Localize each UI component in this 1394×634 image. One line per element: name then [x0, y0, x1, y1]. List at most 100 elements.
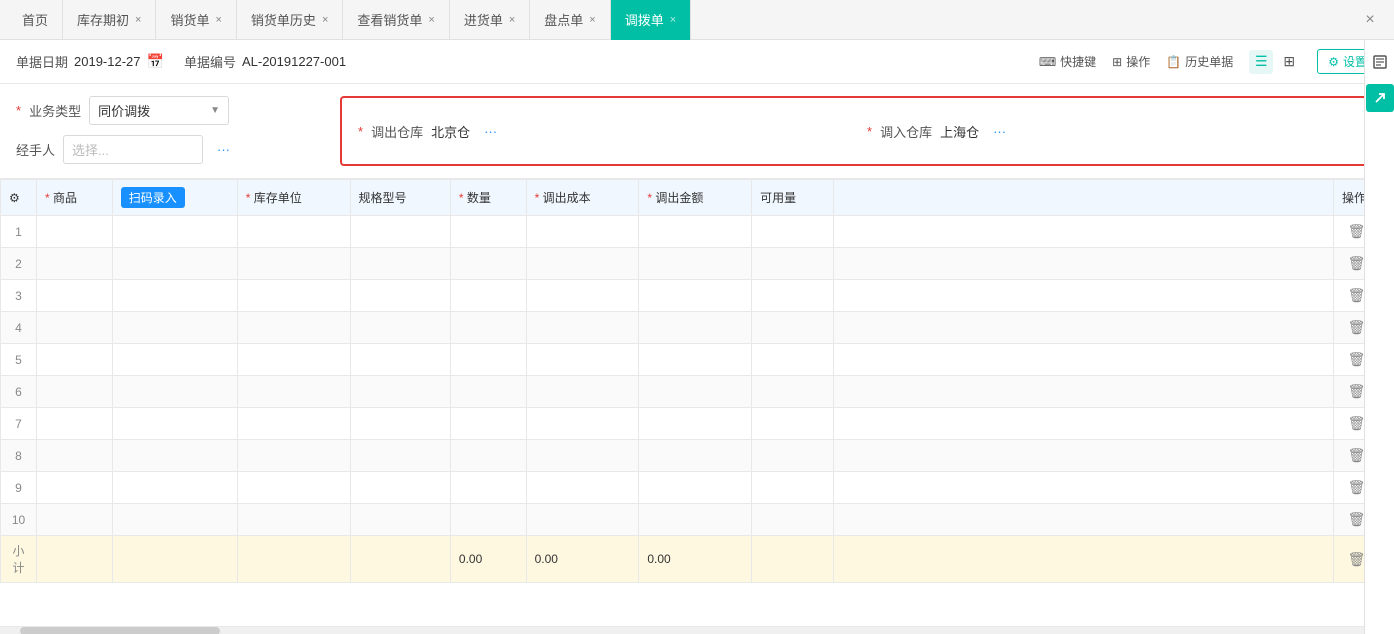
cell-unit[interactable]: [237, 376, 350, 408]
delete-icon[interactable]: 🗑: [1348, 319, 1366, 335]
tab-stocktake[interactable]: 盘点单 ×: [530, 0, 610, 40]
cell-spec[interactable]: [350, 312, 450, 344]
cell-spec[interactable]: [350, 472, 450, 504]
cell-cost[interactable]: [526, 344, 639, 376]
cell-spec[interactable]: [350, 408, 450, 440]
window-close-button[interactable]: ×: [1354, 0, 1386, 40]
cell-unit[interactable]: [237, 312, 350, 344]
delete-icon[interactable]: 🗑: [1348, 351, 1366, 367]
cell-product[interactable]: [37, 440, 113, 472]
cell-qty[interactable]: [450, 344, 526, 376]
cell-spec[interactable]: [350, 440, 450, 472]
delete-icon[interactable]: 🗑: [1348, 551, 1366, 567]
business-type-select[interactable]: 同价调拨 ▼: [89, 96, 229, 125]
cell-qty[interactable]: 0.00: [450, 536, 526, 583]
cell-unit[interactable]: [237, 248, 350, 280]
cell-cost[interactable]: 0.00: [526, 536, 639, 583]
cell-product[interactable]: [37, 312, 113, 344]
cell-unit[interactable]: [237, 280, 350, 312]
cell-unit[interactable]: [237, 440, 350, 472]
delete-icon[interactable]: 🗑: [1348, 511, 1366, 527]
cell-cost[interactable]: [526, 376, 639, 408]
tab-sales-history[interactable]: 销货单历史 ×: [237, 0, 343, 40]
cell-product[interactable]: [37, 376, 113, 408]
cell-unit[interactable]: [237, 216, 350, 248]
cell-product[interactable]: [37, 216, 113, 248]
note-panel-icon[interactable]: [1366, 48, 1394, 76]
scan-button[interactable]: 扫码录入: [121, 187, 185, 208]
cell-cost[interactable]: [526, 408, 639, 440]
tab-purchase[interactable]: 进货单 ×: [450, 0, 530, 40]
cell-unit[interactable]: [237, 472, 350, 504]
delete-icon[interactable]: 🗑: [1348, 255, 1366, 271]
cell-spec[interactable]: [350, 504, 450, 536]
cell-cost[interactable]: [526, 280, 639, 312]
cell-spec[interactable]: [350, 280, 450, 312]
cell-unit[interactable]: [237, 408, 350, 440]
cell-cost[interactable]: [526, 312, 639, 344]
expand-panel-icon[interactable]: [1366, 84, 1394, 112]
manager-more-icon[interactable]: ···: [217, 142, 230, 157]
horizontal-scrollbar[interactable]: [0, 626, 1394, 634]
operations-button[interactable]: ⊞ 操作: [1112, 53, 1150, 70]
cell-unit[interactable]: [237, 536, 350, 583]
cell-qty[interactable]: [450, 440, 526, 472]
cell-amount[interactable]: [639, 248, 752, 280]
delete-icon[interactable]: 🗑: [1348, 287, 1366, 303]
cell-amount[interactable]: [639, 216, 752, 248]
calendar-icon[interactable]: 📅: [147, 53, 164, 70]
cell-qty[interactable]: [450, 312, 526, 344]
cell-spec[interactable]: [350, 536, 450, 583]
tab-transfer[interactable]: 调拨单 ×: [611, 0, 691, 40]
delete-icon[interactable]: 🗑: [1348, 383, 1366, 399]
cell-qty[interactable]: [450, 216, 526, 248]
cell-unit[interactable]: [237, 504, 350, 536]
cell-cost[interactable]: [526, 216, 639, 248]
tab-sales-history-close[interactable]: ×: [322, 14, 328, 26]
cell-qty[interactable]: [450, 280, 526, 312]
cell-amount[interactable]: [639, 408, 752, 440]
cell-spec[interactable]: [350, 344, 450, 376]
cell-spec[interactable]: [350, 248, 450, 280]
cell-product[interactable]: [37, 280, 113, 312]
cell-qty[interactable]: [450, 408, 526, 440]
cell-cost[interactable]: [526, 440, 639, 472]
tab-view-sales-close[interactable]: ×: [428, 14, 434, 26]
cell-product[interactable]: [37, 408, 113, 440]
delete-icon[interactable]: 🗑: [1348, 415, 1366, 431]
cell-amount[interactable]: 0.00: [639, 536, 752, 583]
cell-amount[interactable]: [639, 472, 752, 504]
delete-icon[interactable]: 🗑: [1348, 223, 1366, 239]
cell-cost[interactable]: [526, 248, 639, 280]
cell-qty[interactable]: [450, 376, 526, 408]
cell-unit[interactable]: [237, 344, 350, 376]
tab-view-sales[interactable]: 查看销货单 ×: [343, 0, 449, 40]
delete-icon[interactable]: 🗑: [1348, 479, 1366, 495]
cell-amount[interactable]: [639, 440, 752, 472]
col-header-gear[interactable]: ⚙: [1, 180, 37, 216]
cell-product[interactable]: [37, 504, 113, 536]
cell-amount[interactable]: [639, 344, 752, 376]
tab-inventory-init-close[interactable]: ×: [135, 14, 141, 26]
cell-qty[interactable]: [450, 472, 526, 504]
history-button[interactable]: 📋 历史单据: [1166, 53, 1233, 70]
tab-home[interactable]: 首页: [8, 0, 63, 40]
shortcut-button[interactable]: ⌨ 快捷键: [1039, 53, 1096, 70]
cell-amount[interactable]: [639, 312, 752, 344]
cell-product[interactable]: [37, 472, 113, 504]
cell-amount[interactable]: [639, 280, 752, 312]
tab-stocktake-close[interactable]: ×: [589, 14, 595, 26]
tab-sales-order-close[interactable]: ×: [215, 14, 221, 26]
cell-cost[interactable]: [526, 472, 639, 504]
cell-cost[interactable]: [526, 504, 639, 536]
cell-spec[interactable]: [350, 376, 450, 408]
cell-spec[interactable]: [350, 216, 450, 248]
cell-amount[interactable]: [639, 504, 752, 536]
cell-qty[interactable]: [450, 504, 526, 536]
cell-qty[interactable]: [450, 248, 526, 280]
cell-product[interactable]: [37, 536, 113, 583]
warehouse-out-more-icon[interactable]: ···: [484, 124, 497, 139]
cell-product[interactable]: [37, 344, 113, 376]
layout-list-icon[interactable]: ☰: [1249, 50, 1273, 74]
manager-select[interactable]: 选择...: [63, 135, 203, 164]
